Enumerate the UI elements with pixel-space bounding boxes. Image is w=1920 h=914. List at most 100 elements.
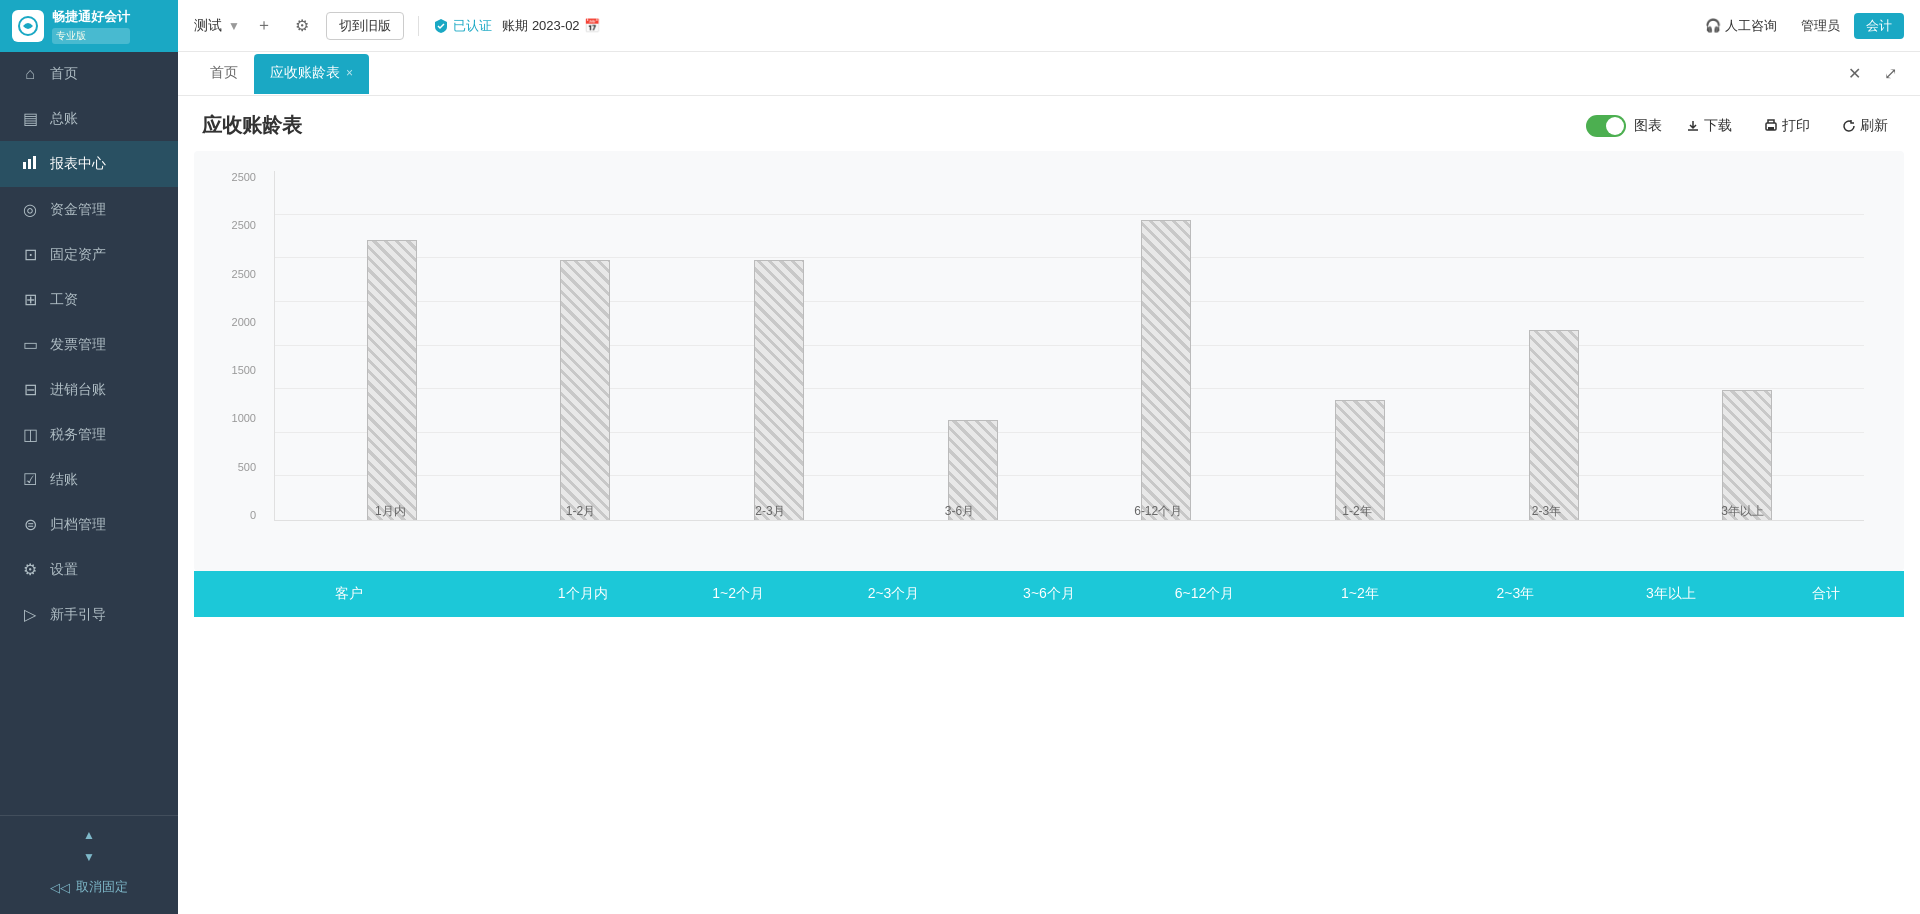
sidebar-item-guide-label: 新手引导 (50, 606, 106, 624)
bars-container (275, 171, 1864, 520)
print-button[interactable]: 打印 (1756, 113, 1818, 139)
download-button[interactable]: 下载 (1678, 113, 1740, 139)
sidebar-item-inventory[interactable]: ⊟ 进销台账 (0, 367, 178, 412)
sidebar-item-ledger[interactable]: ▤ 总账 (0, 96, 178, 141)
tab-close-icon[interactable]: × (346, 66, 353, 80)
shield-icon (433, 18, 449, 34)
sidebar-item-archive-label: 归档管理 (50, 516, 106, 534)
bar-group-2-3year (1529, 330, 1579, 520)
sidebar-item-funds[interactable]: ◎ 资金管理 (0, 187, 178, 232)
y-label-2500-2: 2500 (232, 219, 256, 231)
download-label: 下载 (1704, 117, 1732, 135)
logo-badge: 专业版 (52, 28, 130, 44)
bar-2-3month (754, 260, 804, 520)
main-area: 测试 ▼ ＋ ⚙ 切到旧版 已认证 账期 2023-02 📅 🎧 人工咨询 管理… (178, 0, 1920, 914)
payroll-icon: ⊞ (20, 290, 40, 309)
calendar-icon[interactable]: 📅 (584, 18, 600, 33)
sidebar-item-reports[interactable]: 报表中心 (0, 141, 178, 187)
y-label-500: 500 (238, 461, 256, 473)
sidebar-scroll: ⌂ 首页 ▤ 总账 报表中心 ◎ 资金管理 ⊡ 固定资产 ⊞ (0, 52, 178, 815)
sidebar-item-archive[interactable]: ⊜ 归档管理 (0, 502, 178, 547)
tab-expand-button[interactable]: ⤢ (1876, 60, 1904, 88)
tab-home[interactable]: 首页 (194, 54, 254, 94)
report-header: 应收账龄表 图表 下载 (178, 96, 1920, 151)
sidebar-item-assets[interactable]: ⊡ 固定资产 (0, 232, 178, 277)
accountant-tab[interactable]: 会计 (1854, 13, 1904, 39)
bar-group-3plus-year (1722, 390, 1772, 520)
consulting-label: 人工咨询 (1725, 17, 1777, 35)
th-6-12month: 6~12个月 (1127, 571, 1282, 617)
user-tabs: 管理员 会计 (1789, 13, 1904, 39)
bar-2-3year (1529, 330, 1579, 520)
tab-ar-aging[interactable]: 应收账龄表 × (254, 54, 369, 94)
sidebar-item-payroll[interactable]: ⊞ 工资 (0, 277, 178, 322)
chart-toggle[interactable]: 图表 (1586, 115, 1662, 137)
tab-close-button[interactable]: ✕ (1840, 60, 1868, 88)
bar-group-1-2month (560, 260, 610, 520)
cancel-fixed-label: 取消固定 (76, 878, 128, 896)
download-icon (1686, 119, 1700, 133)
home-icon: ⌂ (20, 65, 40, 83)
period-info: 账期 2023-02 📅 (502, 17, 600, 35)
bar-1-2year (1335, 400, 1385, 520)
y-label-2000: 2000 (232, 316, 256, 328)
y-label-1000: 1000 (232, 412, 256, 424)
scroll-up-arrow[interactable]: ▲ (0, 824, 178, 846)
workspace-dropdown-icon: ▼ (228, 19, 240, 33)
reports-icon (20, 154, 40, 174)
sidebar-item-assets-label: 固定资产 (50, 246, 106, 264)
bar-1-2month (560, 260, 610, 520)
svg-rect-3 (33, 156, 36, 169)
x-label-2-3year: 2-3年 (1532, 503, 1561, 520)
logo-icon (12, 10, 44, 42)
period-label: 账期 (502, 17, 528, 35)
sidebar-item-closing[interactable]: ☑ 结账 (0, 457, 178, 502)
sidebar-item-payroll-label: 工资 (50, 291, 78, 309)
sidebar-item-ledger-label: 总账 (50, 110, 78, 128)
th-3-6month: 3~6个月 (971, 571, 1126, 617)
x-label-2-3month: 2-3月 (755, 503, 784, 520)
manager-tab[interactable]: 管理员 (1789, 13, 1852, 39)
sidebar-item-inventory-label: 进销台账 (50, 381, 106, 399)
cancel-fixed-button[interactable]: ◁◁ 取消固定 (0, 868, 178, 906)
svg-rect-2 (28, 159, 31, 169)
add-button[interactable]: ＋ (250, 12, 278, 40)
th-total: 合计 (1749, 571, 1904, 617)
topbar-divider-1 (418, 16, 419, 36)
workspace-selector[interactable]: 测试 ▼ (194, 17, 240, 35)
sidebar-item-home-label: 首页 (50, 65, 78, 83)
refresh-icon (1842, 119, 1856, 133)
bar-group-2-3month (754, 260, 804, 520)
scroll-down-arrow[interactable]: ▼ (0, 846, 178, 868)
report-title: 应收账龄表 (202, 112, 302, 139)
guide-icon: ▷ (20, 605, 40, 624)
chart-toggle-switch[interactable] (1586, 115, 1626, 137)
content-tabs: 首页 应收账龄表 × ✕ ⤢ (178, 52, 1920, 96)
cancel-fixed-icon: ◁◁ (50, 880, 70, 895)
logo-title: 畅捷通好会计 (52, 8, 130, 26)
sidebar-item-home[interactable]: ⌂ 首页 (0, 52, 178, 96)
ledger-icon: ▤ (20, 109, 40, 128)
refresh-button[interactable]: 刷新 (1834, 113, 1896, 139)
table-header: 客户 1个月内 1~2个月 2~3个月 3~6个月 6~12个月 1~2年 2~… (194, 571, 1904, 617)
sidebar: 畅捷通好会计 专业版 ⌂ 首页 ▤ 总账 报表中心 ◎ 资金管理 (0, 0, 178, 914)
report-actions: 图表 下载 打印 (1586, 113, 1896, 139)
x-label-1month: 1月内 (375, 503, 406, 520)
tax-icon: ◫ (20, 425, 40, 444)
consulting-button[interactable]: 🎧 人工咨询 (1705, 17, 1777, 35)
y-label-2500-top: 2500 (232, 171, 256, 183)
sidebar-item-guide[interactable]: ▷ 新手引导 (0, 592, 178, 637)
closing-icon: ☑ (20, 470, 40, 489)
th-1-2month: 1~2个月 (660, 571, 815, 617)
verified-badge: 已认证 (433, 17, 492, 35)
assets-icon: ⊡ (20, 245, 40, 264)
sidebar-item-invoice[interactable]: ▭ 发票管理 (0, 322, 178, 367)
sidebar-item-funds-label: 资金管理 (50, 201, 106, 219)
switch-old-button[interactable]: 切到旧版 (326, 12, 404, 40)
workspace-name: 测试 (194, 17, 222, 35)
th-1-2year: 1~2年 (1282, 571, 1437, 617)
sidebar-item-tax[interactable]: ◫ 税务管理 (0, 412, 178, 457)
sidebar-item-settings[interactable]: ⚙ 设置 (0, 547, 178, 592)
bar-group-1month (367, 240, 417, 520)
settings-button[interactable]: ⚙ (288, 12, 316, 40)
